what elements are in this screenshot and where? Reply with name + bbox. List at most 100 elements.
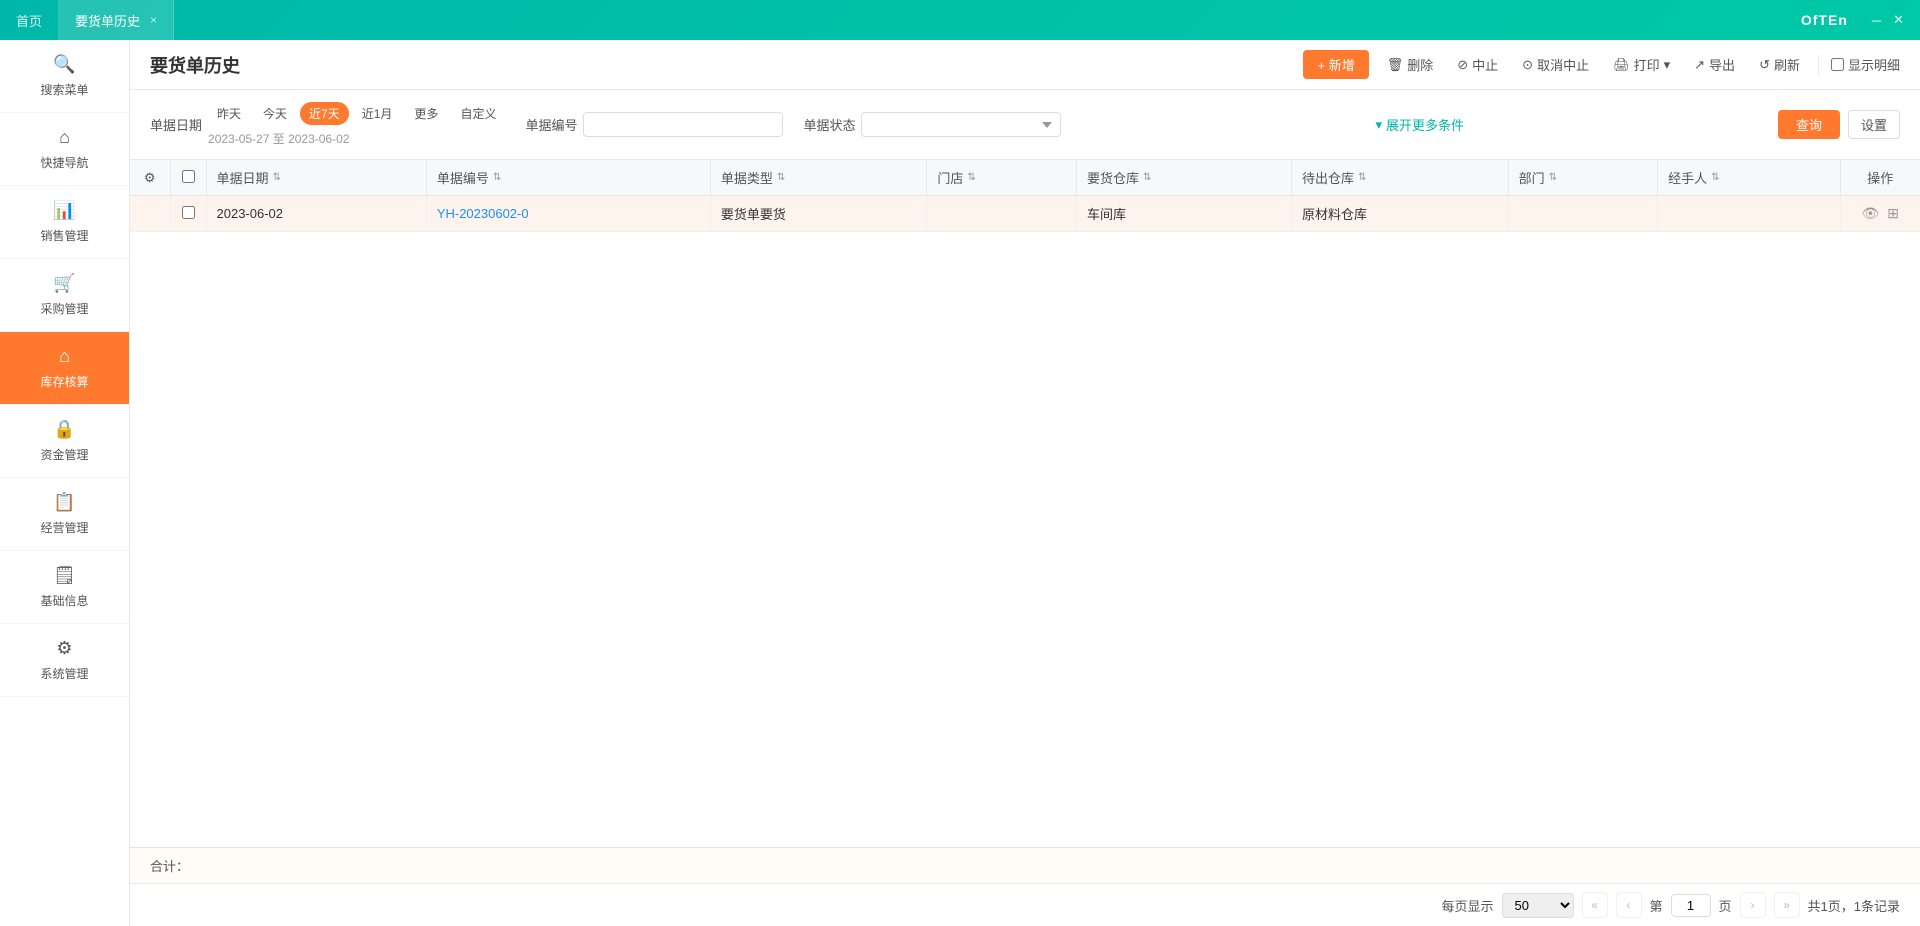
date-btn-1month[interactable]: 近1月: [353, 102, 402, 125]
col-pend-wh-header[interactable]: 待出仓库 ⇅: [1292, 160, 1509, 196]
row-grid-icon[interactable]: ⊞: [1887, 205, 1899, 222]
row-pend-wh: 原材料仓库: [1302, 207, 1367, 222]
show-detail-checkbox-container[interactable]: 显示明细: [1831, 55, 1900, 74]
show-detail-checkbox[interactable]: [1831, 58, 1844, 71]
top-bar-right: OfTEn ─ ✕: [1773, 12, 1920, 28]
doc-no-input[interactable]: [583, 112, 783, 137]
query-button[interactable]: 查询: [1778, 110, 1840, 139]
refresh-icon: ↺: [1759, 57, 1770, 73]
col-dept-header[interactable]: 部门 ⇅: [1508, 160, 1658, 196]
row-pend-wh-cell: 原材料仓库: [1292, 196, 1509, 232]
status-select[interactable]: [861, 112, 1061, 137]
prev-page-button[interactable]: ‹: [1616, 892, 1642, 918]
sort-handler-icon: ⇅: [1711, 172, 1719, 183]
sidebar-item-inventory[interactable]: ⌂ 库存核算: [0, 332, 129, 405]
sort-doctype-icon: ⇅: [777, 172, 785, 183]
col-store-header[interactable]: 门店 ⇅: [927, 160, 1077, 196]
page-header: 要货单历史 + 新增 🗑 删除 ⊘ 中止 ⊙ 取消中止 🖨: [130, 40, 1920, 90]
top-bar: 首页 要货单历史 × OfTEn ─ ✕: [0, 0, 1920, 40]
minimize-icon[interactable]: ─: [1872, 13, 1881, 28]
tab-order-history[interactable]: 要货单历史 ×: [59, 0, 174, 40]
row-store-cell: [927, 196, 1077, 232]
cancel-stop-button[interactable]: ⊙ 取消中止: [1516, 51, 1595, 78]
new-label: + 新增: [1317, 55, 1354, 74]
date-btn-custom[interactable]: 自定义: [451, 102, 505, 125]
sidebar-label-quick-nav: 快捷导航: [40, 154, 88, 171]
table-header-row: ⚙ 单据日期 ⇅ 单据编号: [130, 160, 1920, 196]
cancel-stop-label: 取消中止: [1537, 55, 1589, 74]
row-checkbox-cell: [170, 196, 206, 232]
row-doctype-cell: 要货单要货: [710, 196, 927, 232]
row-view-icon[interactable]: 👁: [1861, 205, 1879, 222]
per-page-select[interactable]: 20 50 100: [1502, 893, 1574, 918]
row-handler-cell: [1658, 196, 1840, 232]
search-icon: 🔍: [53, 54, 75, 75]
close-icon[interactable]: ✕: [1893, 12, 1904, 28]
expand-arrow-icon: ▾: [1375, 117, 1382, 133]
col-docno-header[interactable]: 单据编号 ⇅: [426, 160, 710, 196]
sidebar-item-system[interactable]: ⚙ 系统管理: [0, 624, 129, 697]
date-btn-7days[interactable]: 近7天: [300, 102, 349, 125]
cancel-stop-icon: ⊙: [1522, 57, 1533, 73]
row-req-wh: 车间库: [1087, 207, 1126, 222]
row-date: 2023-06-02: [217, 206, 284, 221]
doc-no-filter: 单据编号: [525, 112, 783, 137]
table-head: ⚙ 单据日期 ⇅ 单据编号: [130, 160, 1920, 196]
export-button[interactable]: ↗ 导出: [1688, 51, 1741, 78]
status-filter: 单据状态: [803, 112, 1061, 137]
last-page-button[interactable]: »: [1774, 892, 1800, 918]
sidebar-item-finance[interactable]: 🔒 资金管理: [0, 405, 129, 478]
sidebar-item-search[interactable]: 🔍 搜索菜单: [0, 40, 129, 113]
print-label: 打印: [1634, 55, 1660, 74]
next-page-button[interactable]: ›: [1740, 892, 1766, 918]
tab-home[interactable]: 首页: [0, 0, 59, 40]
date-btn-more[interactable]: 更多: [405, 102, 447, 125]
date-btn-today[interactable]: 今天: [254, 102, 296, 125]
expand-label: 展开更多条件: [1386, 115, 1464, 134]
data-table: ⚙ 单据日期 ⇅ 单据编号: [130, 160, 1920, 232]
table-wrapper: ⚙ 单据日期 ⇅ 单据编号: [130, 160, 1920, 847]
settings-button[interactable]: 设置: [1848, 110, 1900, 139]
print-button[interactable]: 🖨 打印 ▾: [1607, 51, 1676, 78]
row-checkbox[interactable]: [182, 206, 195, 219]
finance-icon: 🔒: [53, 419, 75, 440]
status-label: 单据状态: [803, 115, 855, 134]
date-btn-yesterday[interactable]: 昨天: [208, 102, 250, 125]
page-label: 第: [1650, 896, 1663, 915]
sort-pend-wh-icon: ⇅: [1358, 172, 1366, 183]
col-store-label: 门店: [937, 168, 963, 187]
operations-icon: 📋: [53, 492, 75, 513]
delete-button[interactable]: 🗑 删除: [1381, 51, 1440, 78]
row-doctype: 要货单要货: [721, 207, 786, 222]
sidebar-item-quick-nav[interactable]: ⌂ 快捷导航: [0, 113, 129, 186]
col-handler-header[interactable]: 经手人 ⇅: [1658, 160, 1840, 196]
page-input[interactable]: [1671, 894, 1711, 917]
filter-area: 单据日期 昨天 今天 近7天 近1月 更多 自定义 2023-05-27 至 2…: [130, 90, 1920, 160]
refresh-button[interactable]: ↺ 刷新: [1753, 51, 1806, 78]
expand-button[interactable]: ▾ 展开更多条件: [1375, 115, 1464, 134]
sidebar-item-basic-info[interactable]: 🗒 基础信息: [0, 551, 129, 624]
row-docno-link[interactable]: YH-20230602-0: [437, 206, 529, 221]
sidebar-item-purchase[interactable]: 🛒 采购管理: [0, 259, 129, 332]
tab-home-label: 首页: [16, 11, 42, 30]
tab-close-icon[interactable]: ×: [150, 13, 157, 27]
inventory-icon: ⌂: [59, 346, 70, 367]
col-doctype-header[interactable]: 单据类型 ⇅: [710, 160, 927, 196]
sort-req-wh-icon: ⇅: [1143, 172, 1151, 183]
delete-label: 删除: [1407, 55, 1433, 74]
col-req-wh-header[interactable]: 要货仓库 ⇅: [1076, 160, 1291, 196]
stop-button[interactable]: ⊘ 中止: [1451, 51, 1504, 78]
sidebar-item-operations[interactable]: 📋 经营管理: [0, 478, 129, 551]
select-all-checkbox[interactable]: [182, 170, 195, 183]
col-date-header[interactable]: 单据日期 ⇅: [206, 160, 426, 196]
first-page-button[interactable]: «: [1582, 892, 1608, 918]
print-icon: 🖨: [1613, 57, 1630, 73]
new-button[interactable]: + 新增: [1303, 50, 1368, 79]
brand-logo: OfTEn: [1789, 12, 1860, 28]
sidebar-item-sales[interactable]: 📊 销售管理: [0, 186, 129, 259]
pagination-total-info: 共1页，1条记录: [1808, 896, 1900, 915]
row-settings-cell: [130, 196, 170, 232]
query-label: 查询: [1796, 115, 1822, 134]
col-settings[interactable]: ⚙: [130, 160, 170, 196]
export-icon: ↗: [1694, 57, 1705, 73]
